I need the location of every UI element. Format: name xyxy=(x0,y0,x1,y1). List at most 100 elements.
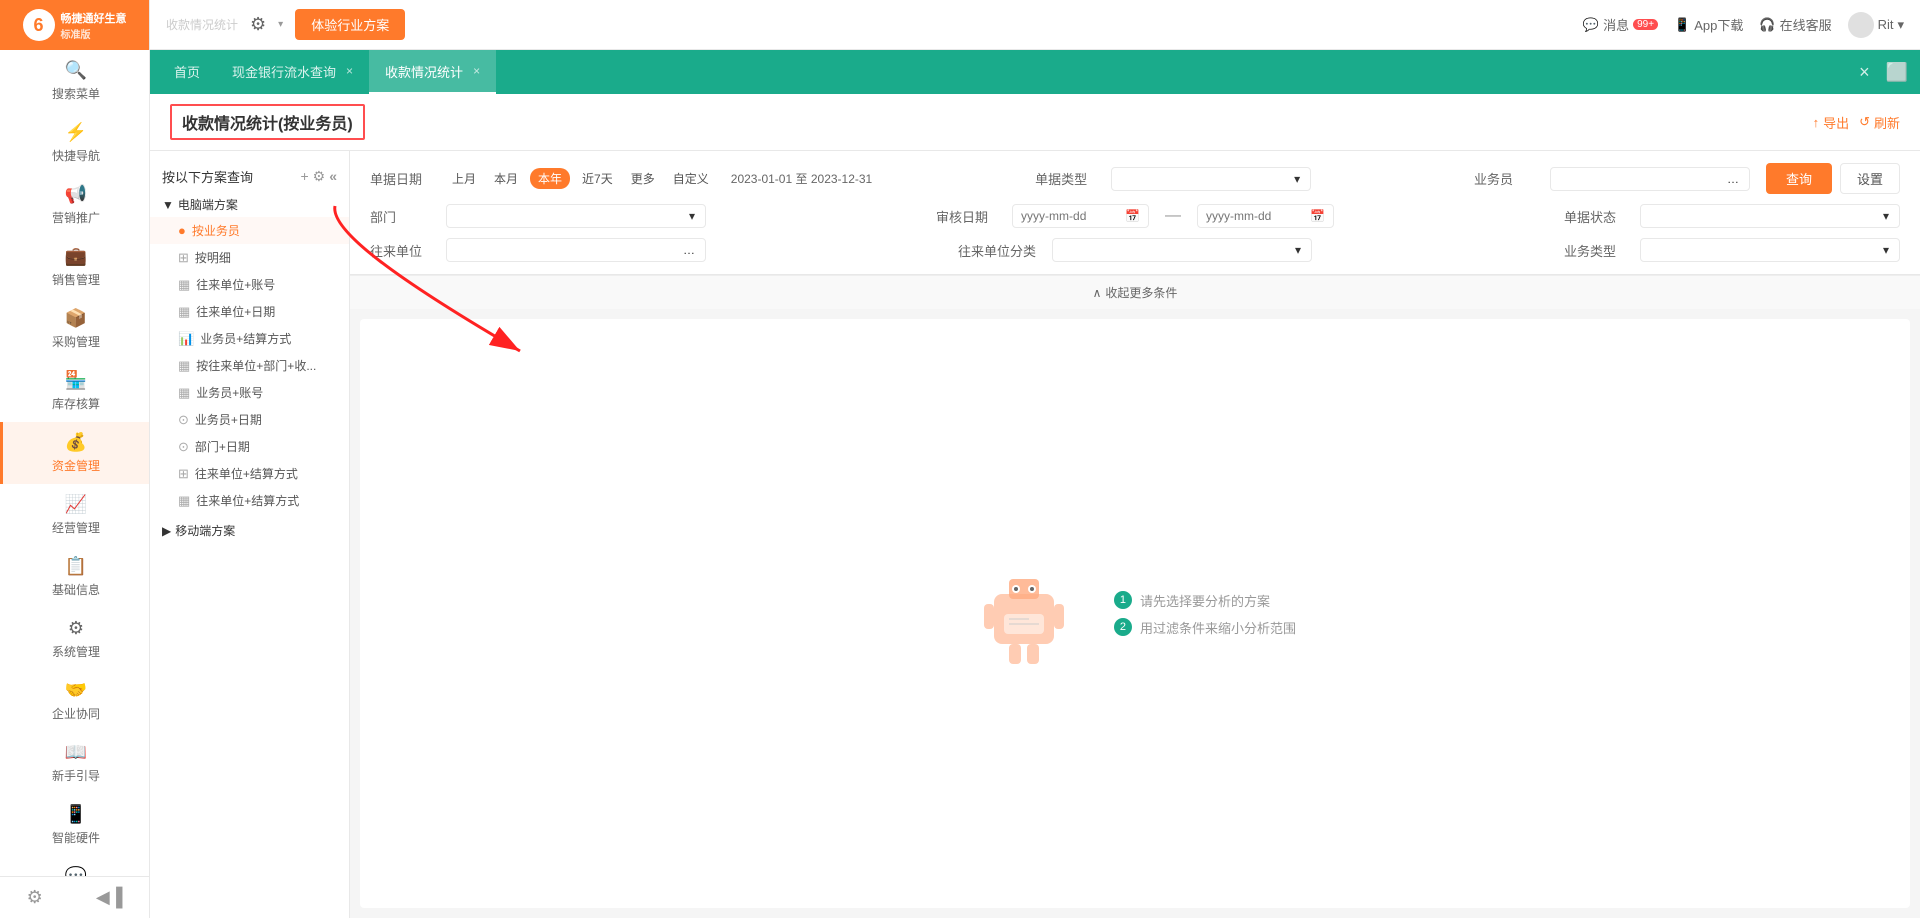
salesperson-label: 业务员 xyxy=(1474,169,1534,188)
tab-receipt-stats[interactable]: 收款情况统计 × xyxy=(369,50,496,94)
sidebar-item-marketing[interactable]: 📢 营销推广 xyxy=(0,174,149,236)
sidebar-item-quicknav[interactable]: ⚡ 快捷导航 xyxy=(0,112,149,174)
sidebar-item-sales[interactable]: 💼 销售管理 xyxy=(0,236,149,298)
empty-illustration xyxy=(974,554,1074,674)
page-content: 收款情况统计(按业务员) ↑ 导出 ↺ 刷新 按以下方案查询 xyxy=(150,94,1920,918)
sidebar-settings-btn[interactable]: ⚙ xyxy=(27,887,43,908)
doc-type-select[interactable]: ▾ xyxy=(1111,167,1311,191)
sales-icon: 💼 xyxy=(65,246,87,267)
left-panel-header: 按以下方案查询 + ⚙ « xyxy=(150,161,349,192)
date-presets: 上月 本月 本年 近7天 更多 自定义 xyxy=(446,168,715,189)
dept-dropdown-icon: ▾ xyxy=(689,209,695,223)
empty-state: 1 请先选择要分析的方案 2 用过滤条件来缩小分析范围 xyxy=(360,319,1910,908)
scheme-item-10[interactable]: ▦ 往来单位+结算方式 xyxy=(150,487,349,514)
scheme-item-6[interactable]: ▦ 业务员+账号 xyxy=(150,379,349,406)
collapse-bar[interactable]: ∧ 收起更多条件 xyxy=(350,275,1920,309)
doc-status-select[interactable]: ▾ xyxy=(1640,204,1900,228)
dept-select[interactable]: ▾ xyxy=(446,204,706,228)
setup-btn[interactable]: 设置 xyxy=(1840,163,1900,194)
desktop-scheme-group: ▼ 电脑端方案 ● 按业务员 ⊞ 按明细 ▦ 往来单位+账号 xyxy=(150,192,349,518)
dropdown-arrow[interactable]: ▾ xyxy=(278,19,283,30)
review-date-to-input[interactable] xyxy=(1206,209,1306,223)
sidebar-label-finance: 资金管理 xyxy=(52,457,100,474)
preset-this-year[interactable]: 本年 xyxy=(530,168,570,189)
scheme-label-6: 业务员+账号 xyxy=(196,384,263,401)
sidebar-item-operations[interactable]: 📈 经营管理 xyxy=(0,484,149,546)
review-date-from[interactable]: 📅 xyxy=(1012,204,1149,228)
scheme-item-7[interactable]: ⊙ 业务员+日期 xyxy=(150,406,349,433)
scheme-settings-btn[interactable]: ⚙ xyxy=(313,168,326,185)
tip-num-1: 1 xyxy=(1114,591,1132,609)
sidebar-item-system[interactable]: ⚙ 系统管理 xyxy=(0,608,149,670)
sidebar-item-finance[interactable]: 💰 资金管理 xyxy=(0,422,149,484)
desktop-scheme-title[interactable]: ▼ 电脑端方案 xyxy=(150,192,349,217)
preset-more[interactable]: 更多 xyxy=(625,168,661,189)
salesperson-select[interactable]: … xyxy=(1550,167,1750,191)
review-date-from-input[interactable] xyxy=(1021,209,1121,223)
collab-icon: 🤝 xyxy=(65,680,87,701)
quicknav-icon: ⚡ xyxy=(65,122,87,143)
biz-type-select[interactable]: ▾ xyxy=(1640,238,1900,262)
counterpart-cat-select[interactable]: ▾ xyxy=(1052,238,1312,262)
scheme-item-0[interactable]: ● 按业务员 xyxy=(150,217,349,244)
tree-expand-arrow: ▼ xyxy=(162,198,174,212)
experience-solution-btn[interactable]: 体验行业方案 xyxy=(295,9,405,40)
preset-7days[interactable]: 近7天 xyxy=(576,168,619,189)
scheme-item-2[interactable]: ▦ 往来单位+账号 xyxy=(150,271,349,298)
wechat-icon: 💬 xyxy=(65,866,87,876)
dept-label: 部门 xyxy=(370,207,430,226)
preset-last-month[interactable]: 上月 xyxy=(446,168,482,189)
preset-custom[interactable]: 自定义 xyxy=(667,168,715,189)
sidebar-item-wechat[interactable]: 💬 企业微信 xyxy=(0,856,149,876)
scheme-icon-3: ▦ xyxy=(178,304,190,320)
page-title: 收款情况统计(按业务员) xyxy=(182,116,353,133)
user-menu[interactable]: Rit ▾ xyxy=(1848,12,1904,38)
scheme-item-8[interactable]: ⊙ 部门+日期 xyxy=(150,433,349,460)
window-close-btn[interactable]: × xyxy=(1855,62,1874,83)
messages-btn[interactable]: 💬 消息 99+ xyxy=(1583,15,1658,34)
counterpart-select[interactable]: … xyxy=(446,238,706,262)
refresh-btn[interactable]: ↺ 刷新 xyxy=(1859,113,1900,132)
scheme-item-1[interactable]: ⊞ 按明细 xyxy=(150,244,349,271)
scheme-icon-7: ⊙ xyxy=(178,412,189,428)
settings-gear[interactable]: ⚙ xyxy=(250,14,266,35)
window-maximize-btn[interactable]: ⬜ xyxy=(1882,62,1912,83)
date-dash: — xyxy=(1165,207,1181,225)
scheme-item-5[interactable]: ▦ 按往来单位+部门+收... xyxy=(150,352,349,379)
scheme-item-3[interactable]: ▦ 往来单位+日期 xyxy=(150,298,349,325)
sidebar-item-basic[interactable]: 📋 基础信息 xyxy=(0,546,149,608)
panel-icons: + ⚙ « xyxy=(300,168,337,185)
sidebar-item-hardware[interactable]: 📱 智能硬件 xyxy=(0,794,149,856)
add-scheme-btn[interactable]: + xyxy=(300,168,308,185)
sidebar-label-search: 搜索菜单 xyxy=(52,85,100,102)
topbar-breadcrumb: 收款情况统计 xyxy=(166,16,238,33)
export-btn[interactable]: ↑ 导出 xyxy=(1813,113,1850,132)
app-download-btn[interactable]: 📱 App下载 xyxy=(1674,15,1743,34)
sidebar-item-guide[interactable]: 📖 新手引导 xyxy=(0,732,149,794)
empty-tip-1: 1 请先选择要分析的方案 xyxy=(1114,591,1296,610)
user-name: Rit xyxy=(1878,17,1894,32)
refresh-icon: ↺ xyxy=(1859,114,1870,130)
main-content: 收款情况统计 ⚙ ▾ 体验行业方案 💬 消息 99+ 📱 App下载 🎧 在线客… xyxy=(150,0,1920,918)
sidebar-item-inventory[interactable]: 🏪 库存核算 xyxy=(0,360,149,422)
sidebar-item-search[interactable]: 🔍 搜索菜单 xyxy=(0,50,149,112)
query-btn[interactable]: 查询 xyxy=(1766,163,1832,194)
tab-home[interactable]: 首页 xyxy=(158,50,216,94)
sidebar-item-purchase[interactable]: 📦 采购管理 xyxy=(0,298,149,360)
review-date-to[interactable]: 📅 xyxy=(1197,204,1334,228)
tab-bank-flow-close[interactable]: × xyxy=(346,64,353,78)
tab-receipt-stats-close[interactable]: × xyxy=(473,64,480,78)
preset-this-month[interactable]: 本月 xyxy=(488,168,524,189)
mobile-scheme-group: ▶ 移动端方案 xyxy=(150,518,349,547)
mobile-scheme-title[interactable]: ▶ 移动端方案 xyxy=(150,518,349,543)
sidebar-collapse-btn[interactable]: ◀▐ xyxy=(96,887,123,908)
sidebar-item-collab[interactable]: 🤝 企业协同 xyxy=(0,670,149,732)
panel-collapse-btn[interactable]: « xyxy=(329,168,337,185)
date-range-display: 2023-01-01 至 2023-12-31 xyxy=(731,170,872,187)
sidebar-label-inventory: 库存核算 xyxy=(52,395,100,412)
scheme-item-9[interactable]: ⊞ 往来单位+结算方式 xyxy=(150,460,349,487)
sidebar-label-guide: 新手引导 xyxy=(52,767,100,784)
tab-bank-flow[interactable]: 现金银行流水查询 × xyxy=(216,50,369,94)
scheme-item-4[interactable]: 📊 业务员+结算方式 xyxy=(150,325,349,352)
online-service-btn[interactable]: 🎧 在线客服 xyxy=(1759,15,1831,34)
